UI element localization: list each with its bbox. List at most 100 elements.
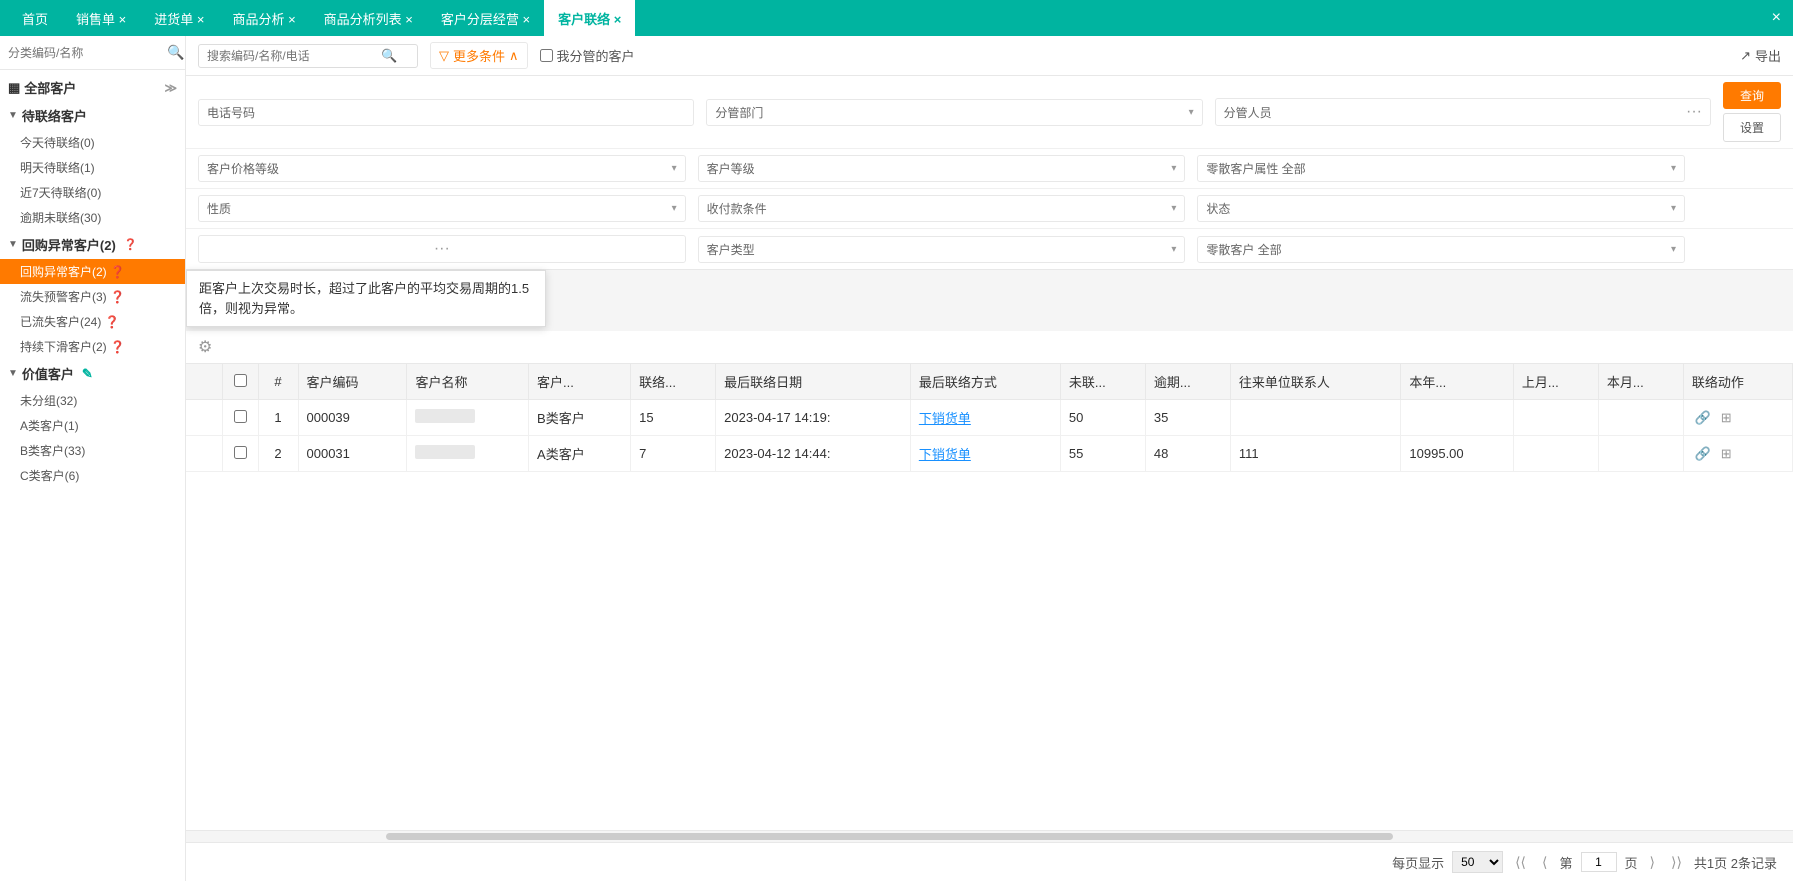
sidebar-item-7days[interactable]: 近7天待联络(0) xyxy=(0,180,185,205)
arrow-down-icon2: ▼ xyxy=(8,239,18,250)
question-icon[interactable]: ❓ xyxy=(124,238,138,251)
page-input[interactable] xyxy=(1581,852,1617,872)
section-abnormal-label: 回购异常客户(2) xyxy=(22,235,116,254)
sidebar-section-abnormal[interactable]: ▼ 回购异常客户(2) ❓ xyxy=(0,230,185,259)
grid-icon: ▦ xyxy=(8,80,20,96)
sidebar-item-unclassified[interactable]: 未分组(32) xyxy=(0,388,185,413)
table-row: 2 000031 A类客户 7 2023-04-12 14:44: 下销货单 5… xyxy=(186,436,1793,472)
more-conditions-btn[interactable]: ▽ 更多条件 ∧ xyxy=(430,42,528,69)
window-close-icon[interactable]: × xyxy=(1772,9,1781,27)
sidebar-item-a-class[interactable]: A类客户(1) xyxy=(0,413,185,438)
filter-search-icon[interactable]: 🔍 xyxy=(381,48,397,64)
td-last-type-1: 下销货单 xyxy=(910,400,1060,436)
td-code-1: 000039 xyxy=(298,400,407,436)
sidebar-search-input[interactable] xyxy=(8,46,163,60)
tooltip-box: 距客户上次交易时长，超过了此客户的平均交易周期的1.5倍，则视为异常。 xyxy=(186,270,546,327)
row-checkbox-1[interactable] xyxy=(234,410,247,423)
filter-person[interactable]: 分管人员 ··· xyxy=(1215,98,1711,126)
action-grid-icon-2[interactable]: ⊞ xyxy=(1721,446,1732,461)
td-level-1: B类客户 xyxy=(529,400,631,436)
action-link-icon-2[interactable]: 🔗 xyxy=(1695,446,1711,461)
horizontal-scrollbar[interactable] xyxy=(186,830,1793,842)
sidebar-section-value[interactable]: ▼ 价值客户 ✎ xyxy=(0,359,185,388)
nav-customer-tier[interactable]: 客户分层经营 × xyxy=(427,0,544,36)
sidebar-item-declining[interactable]: 持续下滑客户(2) ❓ xyxy=(0,334,185,359)
sidebar-item-b-class[interactable]: B类客户(33) xyxy=(0,438,185,463)
filter-scattered-customers[interactable]: 零散客户 全部 ▾ xyxy=(1197,236,1685,263)
scrollbar-thumb[interactable] xyxy=(386,833,1393,840)
dropdown-arrow-icon2: ▾ xyxy=(672,163,677,174)
nav-product-list[interactable]: 商品分析列表 × xyxy=(310,0,427,36)
filter-payment-label: 收付款条件 xyxy=(707,200,767,217)
filter-bar: 🔍 ▽ 更多条件 ∧ 我分管的客户 ↗ 导出 xyxy=(186,36,1793,76)
td-name-2 xyxy=(407,436,529,472)
filter-payment[interactable]: 收付款条件 ▾ xyxy=(698,195,1186,222)
filter-department-label: 分管部门 xyxy=(715,104,763,121)
row-checkbox-2[interactable] xyxy=(234,446,247,459)
filter-phone[interactable]: 电话号码 xyxy=(198,99,694,126)
td-overdue-1: 35 xyxy=(1145,400,1230,436)
sidebar-item-tomorrow[interactable]: 明天待联络(1) xyxy=(0,155,185,180)
dropdown-arrow-icon8: ▾ xyxy=(1171,244,1176,255)
td-last-month-1 xyxy=(1513,400,1598,436)
contact-type-link-1[interactable]: 下销货单 xyxy=(919,411,971,426)
nav-purchase[interactable]: 进货单 × xyxy=(140,0,218,36)
filter-department[interactable]: 分管部门 ▾ xyxy=(706,99,1202,126)
filter-scattered-attr[interactable]: 零散客户属性 全部 ▾ xyxy=(1197,155,1685,182)
th-last-contact-type: 最后联络方式 xyxy=(910,364,1060,400)
prev-first-icon[interactable]: ⟨⟨ xyxy=(1511,854,1530,871)
sidebar-item-churn-warning[interactable]: 流失预警客户(3) ❓ xyxy=(0,284,185,309)
sidebar-item-churned[interactable]: 已流失客户(24) ❓ xyxy=(0,309,185,334)
total-label: 共1页 2条记录 xyxy=(1694,853,1777,872)
filter-person-label: 分管人员 xyxy=(1224,104,1272,121)
settings-gear-icon[interactable]: ⚙ xyxy=(198,337,212,357)
table-row: 1 000039 B类客户 15 2023-04-17 14:19: 下销货单 … xyxy=(186,400,1793,436)
prev-icon[interactable]: ⟨ xyxy=(1538,854,1551,871)
filter-price-level[interactable]: 客户价格等级 ▾ xyxy=(198,155,686,182)
filter-nature[interactable]: 性质 ▾ xyxy=(198,195,686,222)
more-fields-icon[interactable]: ··· xyxy=(434,240,450,258)
arrow-down-icon: ▼ xyxy=(8,110,18,121)
sidebar-item-overdue[interactable]: 逾期未联络(30) xyxy=(0,205,185,230)
th-checkbox xyxy=(222,364,258,400)
action-link-icon-1[interactable]: 🔗 xyxy=(1695,410,1711,425)
td-checkbox-1 xyxy=(222,400,258,436)
edit-icon[interactable]: ✎ xyxy=(82,366,93,382)
td-not-contacted-2: 55 xyxy=(1060,436,1145,472)
sidebar-item-today[interactable]: 今天待联络(0) xyxy=(0,130,185,155)
nav-sales[interactable]: 销售单 × xyxy=(62,0,140,36)
dropdown-arrow-icon6: ▾ xyxy=(1171,203,1176,214)
sidebar-item-c-class[interactable]: C类客户(6) xyxy=(0,463,185,488)
nav-home[interactable]: 首页 xyxy=(8,0,62,36)
query-button[interactable]: 查询 xyxy=(1723,82,1781,109)
filter-status[interactable]: 状态 ▾ xyxy=(1197,195,1685,222)
sidebar-search-icon[interactable]: 🔍 xyxy=(167,44,184,61)
th-this-year: 本年... xyxy=(1401,364,1513,400)
contact-type-link-2[interactable]: 下销货单 xyxy=(919,447,971,462)
nav-customer-contact[interactable]: 客户联络 × xyxy=(544,0,635,36)
filter-search-input[interactable] xyxy=(207,49,377,63)
filter-customer-level[interactable]: 客户等级 ▾ xyxy=(698,155,1186,182)
my-customers-checkbox[interactable] xyxy=(540,49,553,62)
table-header-row: # 客户编码 客户名称 客户... 联络... 最后联络日期 最后联络方式 未联… xyxy=(186,364,1793,400)
nav-product-analysis[interactable]: 商品分析 × xyxy=(218,0,309,36)
action-grid-icon-1[interactable]: ⊞ xyxy=(1721,410,1732,425)
td-action-2: 🔗 ⊞ xyxy=(1683,436,1792,472)
more-conditions-label: 更多条件 xyxy=(453,46,505,65)
dots-icon[interactable]: ··· xyxy=(1686,103,1702,121)
settings-button[interactable]: 设置 xyxy=(1723,113,1781,142)
next-icon[interactable]: ⟩ xyxy=(1646,854,1659,871)
section-value-label: 价值客户 xyxy=(22,364,74,383)
sidebar-item-abnormal-active[interactable]: 回购异常客户(2) ❓ xyxy=(0,259,185,284)
export-button[interactable]: ↗ 导出 xyxy=(1740,46,1781,65)
filter-customer-type[interactable]: 客户类型 ▾ xyxy=(698,236,1186,263)
filter-rows: 电话号码 分管部门 ▾ 分管人员 ··· 查询 设置 客户价格等级 xyxy=(186,76,1793,270)
sidebar-all-customers[interactable]: ▦ 全部客户 ≫ xyxy=(0,70,185,101)
th-contact-action: 联络动作 xyxy=(1683,364,1792,400)
next-last-icon[interactable]: ⟩⟩ xyxy=(1667,854,1686,871)
sidebar-collapse-icon[interactable]: ≫ xyxy=(164,81,177,95)
select-all-checkbox[interactable] xyxy=(234,374,247,387)
th-customer-level: 客户... xyxy=(529,364,631,400)
sidebar-section-pending[interactable]: ▼ 待联络客户 xyxy=(0,101,185,130)
per-page-select[interactable]: 50 20 100 xyxy=(1452,851,1503,873)
